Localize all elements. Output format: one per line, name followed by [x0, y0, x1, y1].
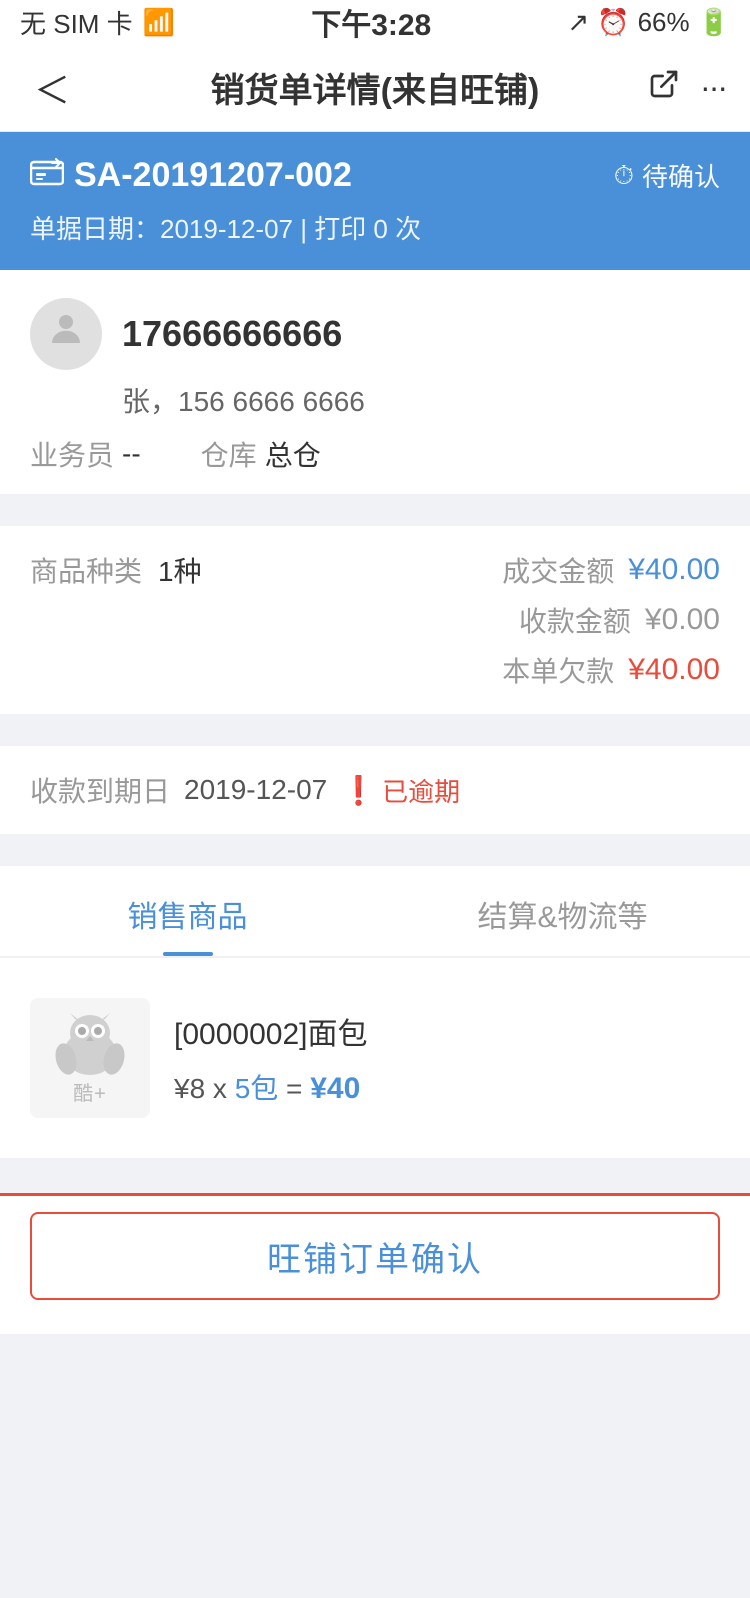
location-icon: ↗	[567, 7, 589, 38]
due-date: 2019-12-07	[184, 774, 327, 806]
customer-meta: 业务员 -- 仓库 总仓	[30, 434, 720, 474]
owed-value: ¥40.00	[628, 653, 720, 687]
share-icon[interactable]	[648, 67, 680, 109]
price-text: ¥8 x	[174, 1073, 235, 1104]
product-thumbnail: 酷+	[30, 998, 150, 1118]
due-card: 收款到期日 2019-12-07 ❗ 已逾期	[0, 746, 750, 834]
divider-3	[0, 850, 750, 866]
order-header-top: SA-20191207-002 ⏱ 待确认	[30, 156, 720, 195]
confirm-order-button[interactable]: 旺铺订单确认	[30, 1212, 720, 1300]
no-sim-text: 无 SIM 卡	[20, 4, 133, 41]
order-icon	[30, 156, 64, 195]
wifi-icon: 📶	[143, 7, 175, 38]
qty-text: 5包	[235, 1073, 279, 1104]
page-title: 销货单详情(来自旺铺)	[211, 63, 540, 112]
clock-icon: ⏱	[614, 160, 634, 192]
warehouse-value: 总仓	[265, 434, 321, 474]
owed-label: 本单欠款	[502, 650, 614, 690]
overdue-text: 已逾期	[382, 772, 460, 809]
tab-sales-products[interactable]: 销售商品	[0, 866, 375, 956]
divider-1	[0, 510, 750, 526]
product-list: 酷+ [0000002]面包 ¥8 x 5包 = ¥40	[0, 958, 750, 1158]
summary-right: 成交金额 ¥40.00 收款金额 ¥0.00 本单欠款 ¥40.00	[502, 550, 720, 690]
alarm-icon: ⏰	[597, 7, 629, 38]
product-type-label: 商品种类	[30, 550, 142, 590]
table-row: 酷+ [0000002]面包 ¥8 x 5包 = ¥40	[30, 978, 720, 1138]
tabs: 销售商品 结算&物流等	[0, 866, 750, 958]
more-icon[interactable]: ···	[700, 69, 726, 106]
amount-label: 成交金额	[502, 550, 614, 590]
amount-row-3: 本单欠款 ¥40.00	[502, 650, 720, 690]
amount-value: ¥40.00	[628, 553, 720, 587]
summary-left: 商品种类 1种	[30, 550, 202, 590]
back-button[interactable]: ＜	[24, 52, 80, 124]
due-label: 收款到期日	[30, 770, 170, 810]
total-text: ¥40	[310, 1072, 360, 1105]
salesperson-item: 业务员 --	[30, 434, 141, 474]
product-name: [0000002]面包	[174, 1009, 720, 1053]
nav-right-actions: ···	[648, 67, 726, 109]
order-id: SA-20191207-002	[30, 156, 352, 195]
salesperson-label: 业务员	[30, 434, 114, 474]
amount-row-2: 收款金额 ¥0.00	[519, 600, 720, 640]
bottom-bar: 旺铺订单确认	[0, 1193, 750, 1334]
summary-card: 商品种类 1种 成交金额 ¥40.00 收款金额 ¥0.00 本单欠款 ¥40.…	[0, 526, 750, 714]
order-header: SA-20191207-002 ⏱ 待确认 单据日期：2019-12-07 | …	[0, 132, 750, 270]
status-time: 下午3:28	[311, 0, 431, 44]
order-status: ⏱ 待确认	[614, 157, 720, 194]
status-left: 无 SIM 卡 📶	[20, 4, 175, 41]
status-right: ↗ ⏰ 66% 🔋	[567, 7, 730, 38]
received-value: ¥0.00	[645, 603, 720, 637]
avatar	[30, 298, 102, 370]
order-date: 单据日期：2019-12-07 | 打印 0 次	[30, 209, 720, 246]
status-bar: 无 SIM 卡 📶 下午3:28 ↗ ⏰ 66% 🔋	[0, 0, 750, 44]
battery-text: 66%	[638, 7, 690, 38]
salesperson-value: --	[122, 438, 141, 470]
customer-phone: 17666666666	[122, 313, 342, 355]
nav-bar: ＜ 销货单详情(来自旺铺) ···	[0, 44, 750, 132]
product-info: [0000002]面包 ¥8 x 5包 = ¥40	[174, 1009, 720, 1107]
tab-settlement[interactable]: 结算&物流等	[375, 866, 750, 956]
bottom-spacer	[0, 1458, 750, 1598]
owl-logo: 酷+	[30, 998, 150, 1118]
warehouse-item: 仓库 总仓	[201, 434, 321, 474]
amount-row-1: 成交金额 ¥40.00	[502, 550, 720, 590]
warning-icon: ❗	[341, 774, 376, 807]
warehouse-label: 仓库	[201, 434, 257, 474]
divider-2	[0, 730, 750, 746]
received-label: 收款金额	[519, 600, 631, 640]
customer-name: 张，156 6666 6666	[122, 380, 720, 420]
equals-text: =	[278, 1073, 310, 1104]
battery-icon: 🔋	[698, 7, 730, 38]
person-icon	[45, 308, 87, 360]
customer-row: 17666666666	[30, 298, 720, 370]
customer-card: 17666666666 张，156 6666 6666 业务员 -- 仓库 总仓	[0, 270, 750, 494]
product-price: ¥8 x 5包 = ¥40	[174, 1067, 720, 1107]
product-type-value: 1种	[158, 550, 202, 590]
overdue-badge: ❗ 已逾期	[341, 772, 460, 809]
